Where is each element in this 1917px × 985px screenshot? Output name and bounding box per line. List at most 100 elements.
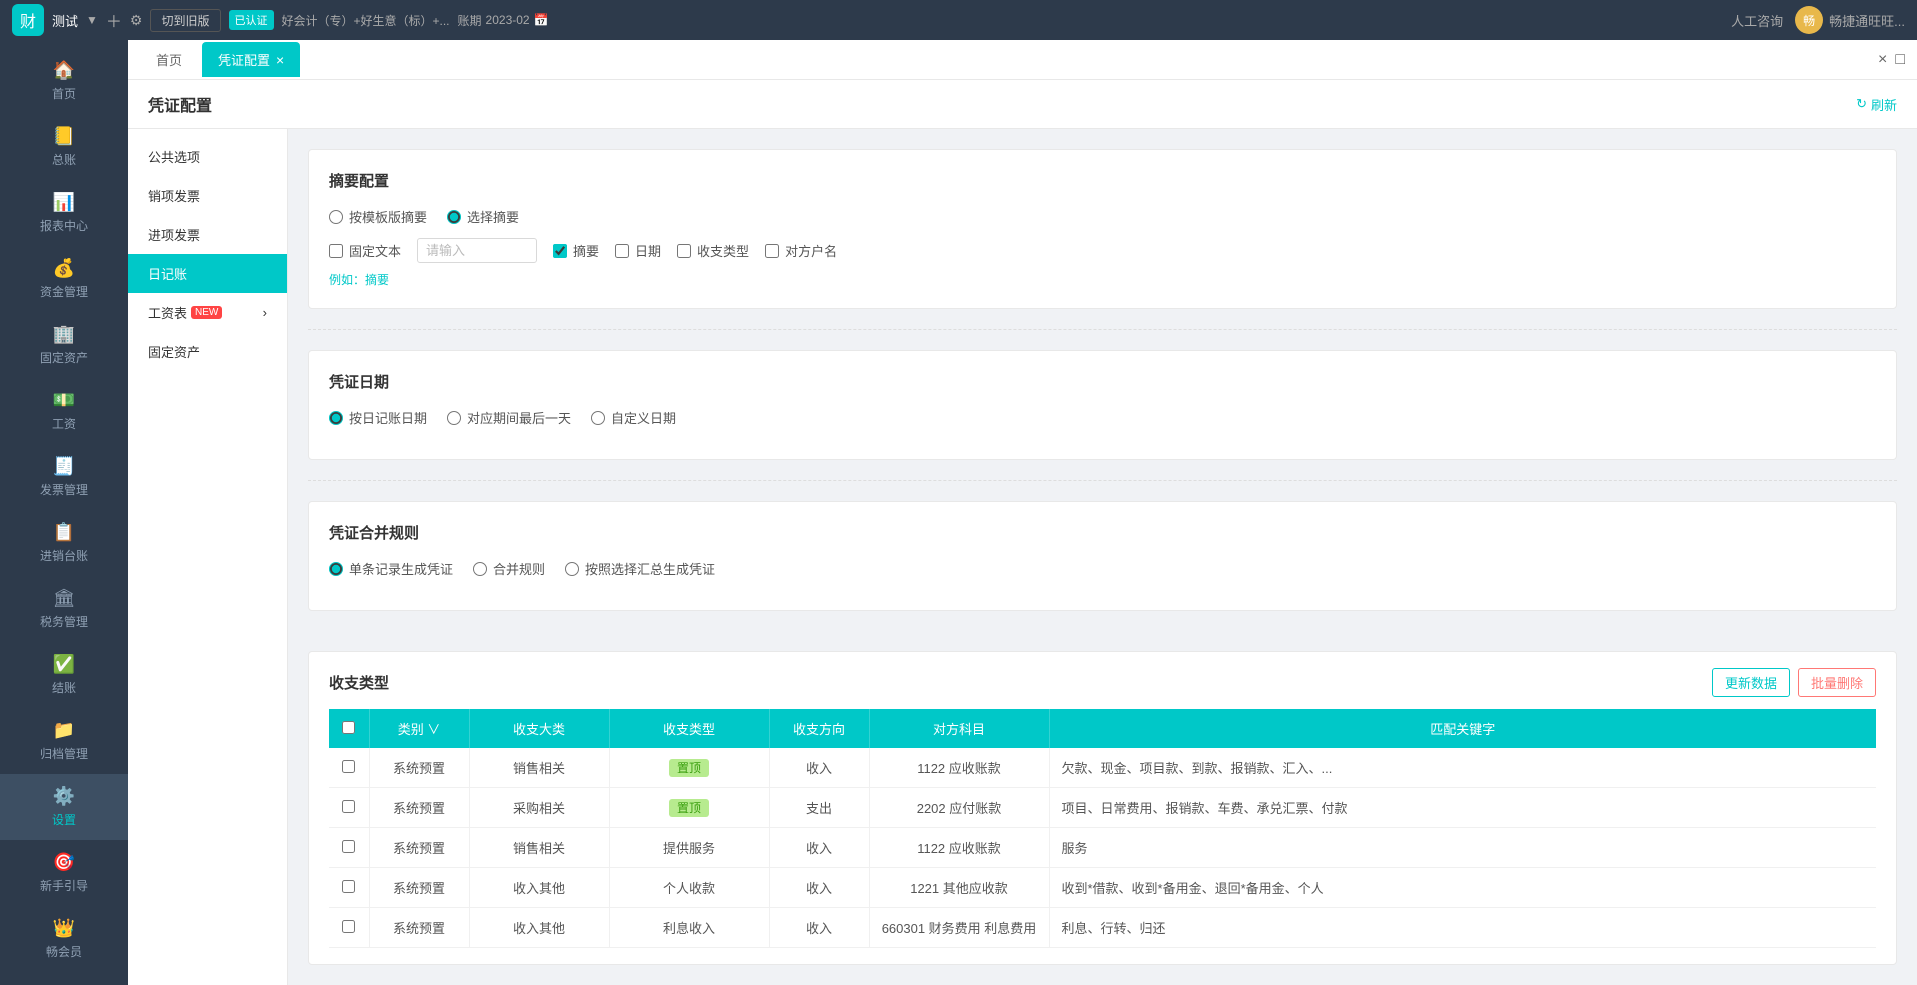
th-direction: 收支方向	[769, 709, 869, 748]
row-direction-2: 收入	[769, 828, 869, 868]
table-actions: 更新数据 批量删除	[1712, 668, 1876, 697]
left-nav-fixed-assets[interactable]: 固定资产	[128, 332, 287, 371]
sidebar-item-tax[interactable]: 🏛 税务管理	[0, 576, 128, 642]
user-avatar: 畅	[1795, 6, 1823, 34]
topbar-tags: 好会计（专）+好生意（标）+...	[282, 12, 450, 29]
type-badge-0[interactable]: 置顶	[669, 759, 709, 777]
tab-close-icon[interactable]: ×	[276, 52, 284, 68]
refresh-button[interactable]: ↻ 刷新	[1856, 95, 1897, 114]
counterparty-checkbox-input[interactable]	[765, 244, 779, 258]
sidebar-item-reports[interactable]: 📊 报表中心	[0, 180, 128, 246]
tab-close-button[interactable]: ×	[1878, 51, 1887, 69]
row-big-type-2: 销售相关	[469, 828, 609, 868]
select-all-checkbox[interactable]	[342, 721, 355, 734]
table-row: 系统预置 收入其他 个人收款 收入 1221 其他应收款 收到*借款、收到*备用…	[329, 868, 1876, 908]
row-checkbox-3[interactable]	[342, 880, 355, 893]
date-radio-custom[interactable]: 自定义日期	[591, 408, 676, 427]
radio-journal-date-input[interactable]	[329, 411, 343, 425]
left-nav-public[interactable]: 公共选项	[128, 137, 287, 176]
period-label: 账期	[458, 12, 482, 29]
settle-icon: ✅	[53, 654, 75, 675]
radio-single-input[interactable]	[329, 562, 343, 576]
radio-template-label: 按模板版摘要	[349, 207, 427, 226]
row-category-3: 系统预置	[369, 868, 469, 908]
sidebar-item-archive[interactable]: 📁 归档管理	[0, 708, 128, 774]
merge-radio-total[interactable]: 按照选择汇总生成凭证	[565, 559, 715, 578]
row-direction-0: 收入	[769, 748, 869, 788]
inner-layout: 公共选项 销项发票 进项发票 日记账 工资表 NEW › 固定资产 摘要配置	[128, 129, 1917, 985]
fixed-text-checkbox[interactable]: 固定文本	[329, 241, 401, 260]
topbar-add-btn[interactable]: ＋	[106, 8, 122, 32]
radio-total-input[interactable]	[565, 562, 579, 576]
tab-home[interactable]: 首页	[140, 42, 198, 77]
sidebar-item-settings[interactable]: ⚙️ 设置	[0, 774, 128, 840]
sidebar-item-home[interactable]: 🏠 首页	[0, 48, 128, 114]
left-nav-sales-invoice[interactable]: 销项发票	[128, 176, 287, 215]
type-checkbox-input[interactable]	[677, 244, 691, 258]
summary-radio-group: 按模板版摘要 选择摘要	[329, 207, 1876, 226]
switch-version-button[interactable]: 切到旧版	[150, 9, 220, 32]
main-content: 摘要配置 按模板版摘要 选择摘要	[288, 129, 1917, 985]
tab-maximize-button[interactable]: □	[1895, 51, 1905, 69]
sidebar-item-ledger[interactable]: 📒 总账	[0, 114, 128, 180]
consult-link[interactable]: 人工咨询	[1731, 11, 1783, 30]
merge-section: 凭证合并规则 单条记录生成凭证 合并规则 按照选择汇总生成凭证	[308, 501, 1897, 611]
left-nav-journal[interactable]: 日记账	[128, 254, 287, 293]
merge-radio-merge[interactable]: 合并规则	[473, 559, 545, 578]
merge-radio-single[interactable]: 单条记录生成凭证	[329, 559, 453, 578]
tab-voucher-config[interactable]: 凭证配置 ×	[202, 42, 300, 77]
radio-template-input[interactable]	[329, 210, 343, 224]
type-badge-1[interactable]: 置顶	[669, 799, 709, 817]
example-text: 例如：摘要	[329, 271, 1876, 288]
counterparty-checkbox[interactable]: 对方户名	[765, 241, 837, 260]
th-checkbox	[329, 709, 369, 748]
sidebar-item-salary[interactable]: 💵 工资	[0, 378, 128, 444]
row-checkbox-1[interactable]	[342, 800, 355, 813]
date-checkbox-input[interactable]	[615, 244, 629, 258]
row-checkbox-4[interactable]	[342, 920, 355, 933]
radio-period-last-input[interactable]	[447, 411, 461, 425]
purchase-icon: 📋	[53, 522, 75, 543]
radio-merge-input[interactable]	[473, 562, 487, 576]
row-checkbox-cell	[329, 908, 369, 948]
row-account-3: 1221 其他应收款	[869, 868, 1049, 908]
member-icon: 👑	[53, 918, 75, 939]
type-checkbox[interactable]: 收支类型	[677, 241, 749, 260]
row-type-3: 个人收款	[609, 868, 769, 908]
tab-bar: 首页 凭证配置 × × □	[128, 40, 1917, 80]
summary-checkbox-input[interactable]	[553, 244, 567, 258]
fixed-text-input[interactable]	[417, 238, 537, 263]
sidebar-item-settle[interactable]: ✅ 结账	[0, 642, 128, 708]
date-radio-period-last[interactable]: 对应期间最后一天	[447, 408, 571, 427]
sidebar-item-assets[interactable]: 🏢 固定资产	[0, 312, 128, 378]
sidebar-item-member[interactable]: 👑 畅会员	[0, 906, 128, 972]
row-checkbox-cell	[329, 868, 369, 908]
table-row: 系统预置 采购相关 置顶 支出 2202 应付账款 项目、日常费用、报销款、车费…	[329, 788, 1876, 828]
radio-journal-date-label: 按日记账日期	[349, 408, 427, 427]
sidebar-item-guide[interactable]: 🎯 新手引导	[0, 840, 128, 906]
fixed-text-label: 固定文本	[349, 241, 401, 260]
summary-checkbox[interactable]: 摘要	[553, 241, 599, 260]
calendar-icon[interactable]: 📅	[534, 13, 549, 27]
batch-delete-button[interactable]: 批量删除	[1798, 668, 1876, 697]
left-nav-purchase-invoice[interactable]: 进项发票	[128, 215, 287, 254]
radio-custom-input[interactable]	[591, 411, 605, 425]
update-data-button[interactable]: 更新数据	[1712, 668, 1790, 697]
row-keyword-2: 服务	[1049, 828, 1876, 868]
date-checkbox[interactable]: 日期	[615, 241, 661, 260]
summary-radio-select[interactable]: 选择摘要	[447, 207, 519, 226]
radio-select-input[interactable]	[447, 210, 461, 224]
row-type-0: 置顶	[609, 748, 769, 788]
topbar-dropdown[interactable]: ▼	[86, 13, 98, 27]
row-checkbox-2[interactable]	[342, 840, 355, 853]
sidebar-item-funds[interactable]: 💰 资金管理	[0, 246, 128, 312]
topbar-gear-icon[interactable]: ⚙	[130, 12, 143, 29]
left-nav-payroll[interactable]: 工资表 NEW ›	[128, 293, 287, 332]
row-checkbox-0[interactable]	[342, 760, 355, 773]
sidebar-item-invoice[interactable]: 🧾 发票管理	[0, 444, 128, 510]
summary-radio-template[interactable]: 按模板版摘要	[329, 207, 427, 226]
fixed-text-checkbox-input[interactable]	[329, 244, 343, 258]
tab-current-label: 凭证配置	[218, 50, 270, 69]
date-radio-journal[interactable]: 按日记账日期	[329, 408, 427, 427]
sidebar-item-purchase[interactable]: 📋 进销台账	[0, 510, 128, 576]
